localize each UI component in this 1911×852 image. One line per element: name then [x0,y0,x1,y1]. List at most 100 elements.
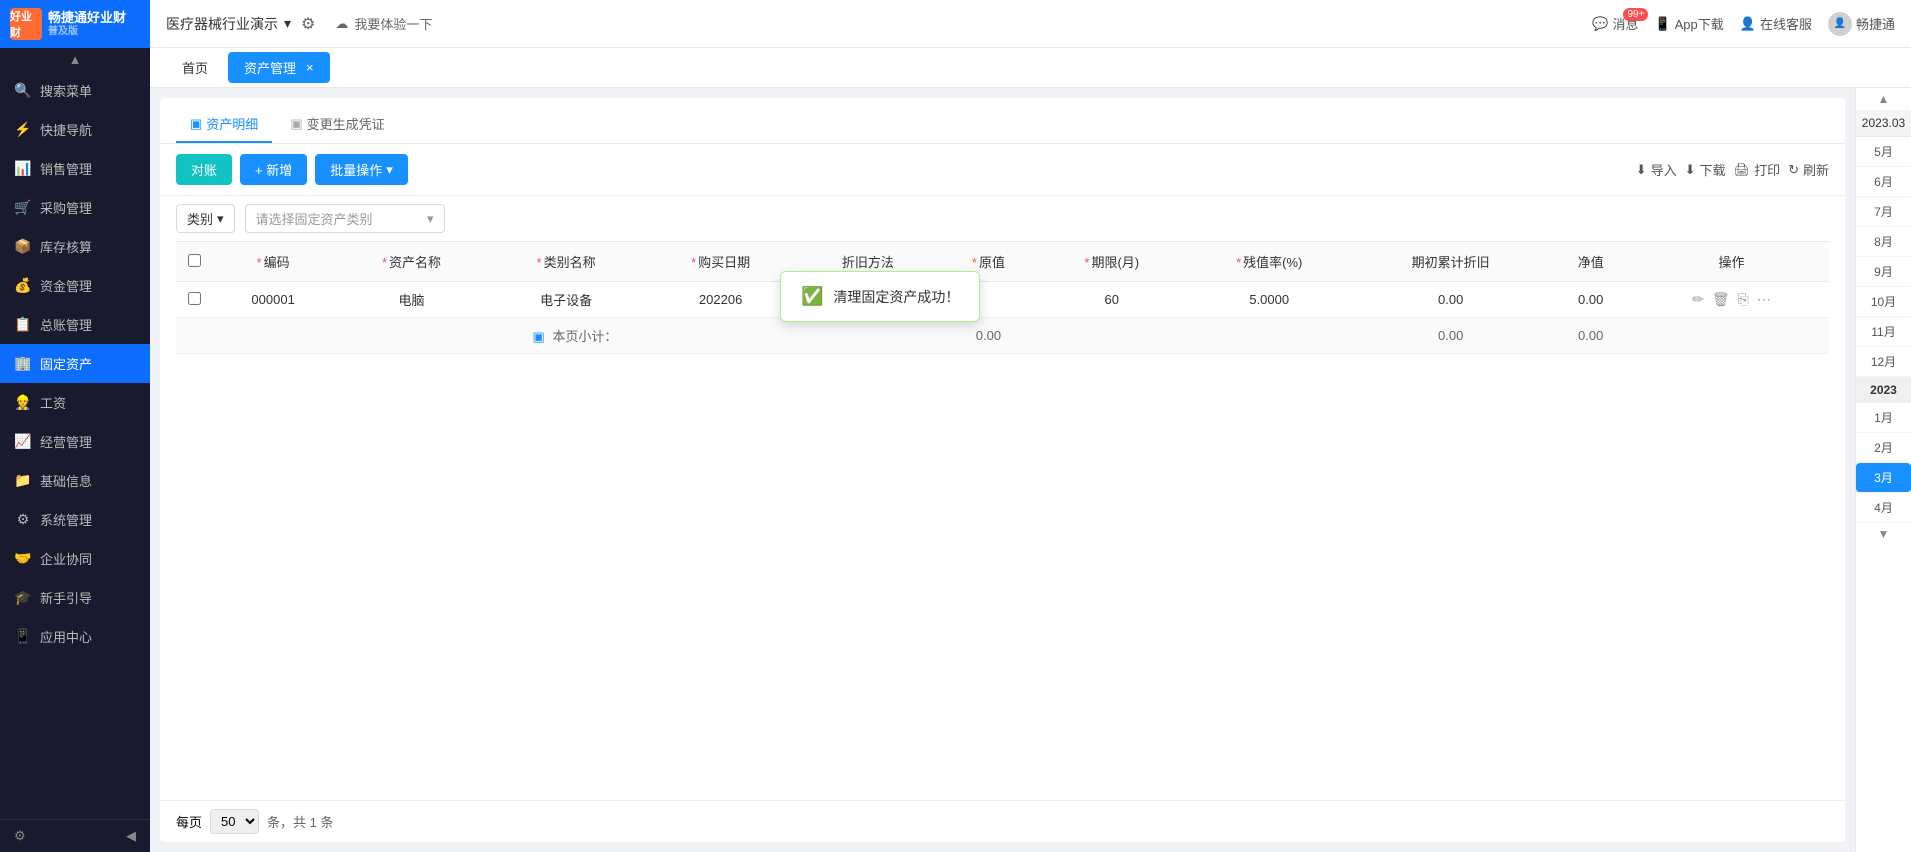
select-all-checkbox[interactable] [188,254,201,267]
batch-button[interactable]: 批量操作 ▾ [315,154,408,185]
sidebar-item-payroll[interactable]: 👷 工资 [0,383,150,422]
sidebar-item-quick-nav[interactable]: ⚡ 快捷导航 [0,110,150,149]
pagination: 每页 50 条，共 1 条 [160,800,1845,842]
settings-icon[interactable]: ⚙ [14,828,26,844]
import-icon: ⬇ [1636,162,1647,178]
tab-home[interactable]: 首页 [166,52,224,83]
user-menu[interactable]: 👤 畅捷通 [1828,12,1895,36]
month-item-6[interactable]: 6月 [1856,167,1911,197]
collapse-icon[interactable]: ◀ [126,828,136,844]
category-placeholder: 请选择固定资产类别 [256,209,373,228]
col-period: *期限(月) [1039,242,1185,282]
subtotal-accumulated: 0.00 [1354,318,1548,354]
month-item-5[interactable]: 5月 [1856,137,1911,167]
calendar-up-arrow[interactable]: ▲ [1856,88,1911,110]
delete-icon[interactable]: 🗑 [1712,291,1730,308]
app-download-label: App下载 [1675,14,1724,33]
month-item-7[interactable]: 7月 [1856,197,1911,227]
category-label: 类别 [187,209,213,228]
sidebar-item-search[interactable]: 🔍 搜索菜单 [0,71,150,110]
logo-text: 畅捷通好业财 普及版 [48,10,126,38]
col-code: *编码 [212,242,334,282]
sidebar-item-ledger[interactable]: 📋 总账管理 [0,305,150,344]
gear-icon: ⚙ [14,511,32,529]
message-icon: 💬 [1592,16,1608,32]
refresh-button[interactable]: ↻ 刷新 [1788,160,1829,179]
online-service-button[interactable]: 👤 在线客服 [1740,14,1812,33]
subtotal-period [1039,318,1185,354]
sidebar-item-funds[interactable]: 💰 资金管理 [0,266,150,305]
month-item-12[interactable]: 12月 [1856,347,1911,377]
money-icon: 💰 [14,277,32,295]
select-all-header [176,242,212,282]
sub-tab-change-voucher[interactable]: ▣ 变更生成凭证 [276,108,398,143]
reconcile-button[interactable]: 对账 [176,154,232,185]
category-dropdown[interactable]: 请选择固定资产类别 ▾ [245,204,445,233]
sidebar-item-fixed-assets[interactable]: 🏢 固定资产 [0,344,150,383]
download-icon: 📱 [1654,16,1670,32]
asset-table-wrap: *编码 *资产名称 *类别名称 *购买日期 折旧方法 *原值 *期限(月) *残… [160,241,1845,800]
month-item-1-2023[interactable]: 1月 [1856,403,1911,433]
calendar-header[interactable]: 2023.03 [1856,110,1911,137]
message-button[interactable]: 💬 消息 99+ [1592,14,1638,33]
month-item-10[interactable]: 10月 [1856,287,1911,317]
reconcile-label: 对账 [191,160,217,179]
sidebar-item-purchase[interactable]: 🛒 采购管理 [0,188,150,227]
app-download-button[interactable]: 📱 App下载 [1654,14,1723,33]
sidebar-item-operations[interactable]: 📈 经营管理 [0,422,150,461]
subtotal-original: 0.00 [938,318,1039,354]
sidebar-item-label: 总账管理 [40,315,92,334]
month-item-11[interactable]: 11月 [1856,317,1911,347]
tab-close-icon[interactable]: × [306,60,314,75]
sidebar-item-app-center[interactable]: 📱 应用中心 [0,617,150,656]
sidebar-scroll-up[interactable]: ▲ [0,48,150,71]
year-2023-label: 2023 [1856,377,1911,403]
sidebar-item-label: 快捷导航 [40,120,92,139]
sidebar-item-inventory[interactable]: 📦 库存核算 [0,227,150,266]
category-filter[interactable]: 类别 ▾ [176,204,235,233]
per-page-select[interactable]: 50 [210,809,259,834]
month-item-2-2023[interactable]: 2月 [1856,433,1911,463]
batch-label: 批量操作 [330,160,382,179]
subtotal-empty [176,318,212,354]
content-area: ▣ 资产明细 ▣ 变更生成凭证 对账 + 新增 批量操作 ▾ [150,88,1911,852]
print-icon: 🖨 [1734,162,1751,178]
more-icon[interactable]: ⋯ [1757,291,1771,308]
calendar-down-arrow[interactable]: ▼ [1856,523,1911,545]
sub-tab-asset-detail[interactable]: ▣ 资产明细 [176,108,272,143]
company-gear-icon[interactable]: ⚙ [301,14,315,34]
month-item-4-2023[interactable]: 4月 [1856,493,1911,523]
copy-icon[interactable]: ⎘ [1738,291,1749,308]
import-button[interactable]: ⬇ 导入 [1636,160,1677,179]
print-button[interactable]: 🖨 打印 [1734,160,1781,179]
toolbar-right: ⬇ 导入 ⬇ 下载 🖨 打印 ↻ 刷新 [1636,160,1829,179]
edit-icon[interactable]: ✏ [1692,291,1704,308]
refresh-label: 刷新 [1803,160,1829,179]
sidebar-item-guide[interactable]: 🎓 新手引导 [0,578,150,617]
sub-tab-bar: ▣ 资产明细 ▣ 变更生成凭证 [160,98,1845,144]
new-button[interactable]: + 新增 [240,154,307,185]
app-icon: 📱 [14,628,32,646]
row-select-checkbox[interactable] [188,292,201,305]
experience-button[interactable]: ☁ 我要体验一下 [335,14,432,33]
calendar-year-label: 2023.03 [1862,116,1905,130]
asset-table: *编码 *资产名称 *类别名称 *购买日期 折旧方法 *原值 *期限(月) *残… [176,241,1829,354]
download-button[interactable]: ⬇ 下载 [1685,160,1726,179]
sidebar-item-basic-info[interactable]: 📁 基础信息 [0,461,150,500]
cloud-icon: ☁ [335,16,348,32]
handshake-icon: 🤝 [14,550,32,568]
sidebar-item-sales[interactable]: 📊 销售管理 [0,149,150,188]
sidebar-item-system[interactable]: ⚙ 系统管理 [0,500,150,539]
month-item-9[interactable]: 9月 [1856,257,1911,287]
sidebar-item-label: 搜索菜单 [40,81,92,100]
sidebar-item-enterprise[interactable]: 🤝 企业协同 [0,539,150,578]
sidebar-item-label: 新手引导 [40,588,92,607]
chevron-down-icon: ▾ [386,162,393,178]
month-item-3-2023[interactable]: 3月 [1856,463,1911,493]
home-tab-label: 首页 [182,61,208,76]
subtotal-actions [1634,318,1829,354]
tab-asset-management[interactable]: 资产管理 × [228,52,330,83]
month-item-8[interactable]: 8月 [1856,227,1911,257]
row-action-group: ✏ 🗑 ⎘ ⋯ [1642,291,1821,308]
company-selector[interactable]: 医疗器械行业演示 ▾ [166,14,291,34]
